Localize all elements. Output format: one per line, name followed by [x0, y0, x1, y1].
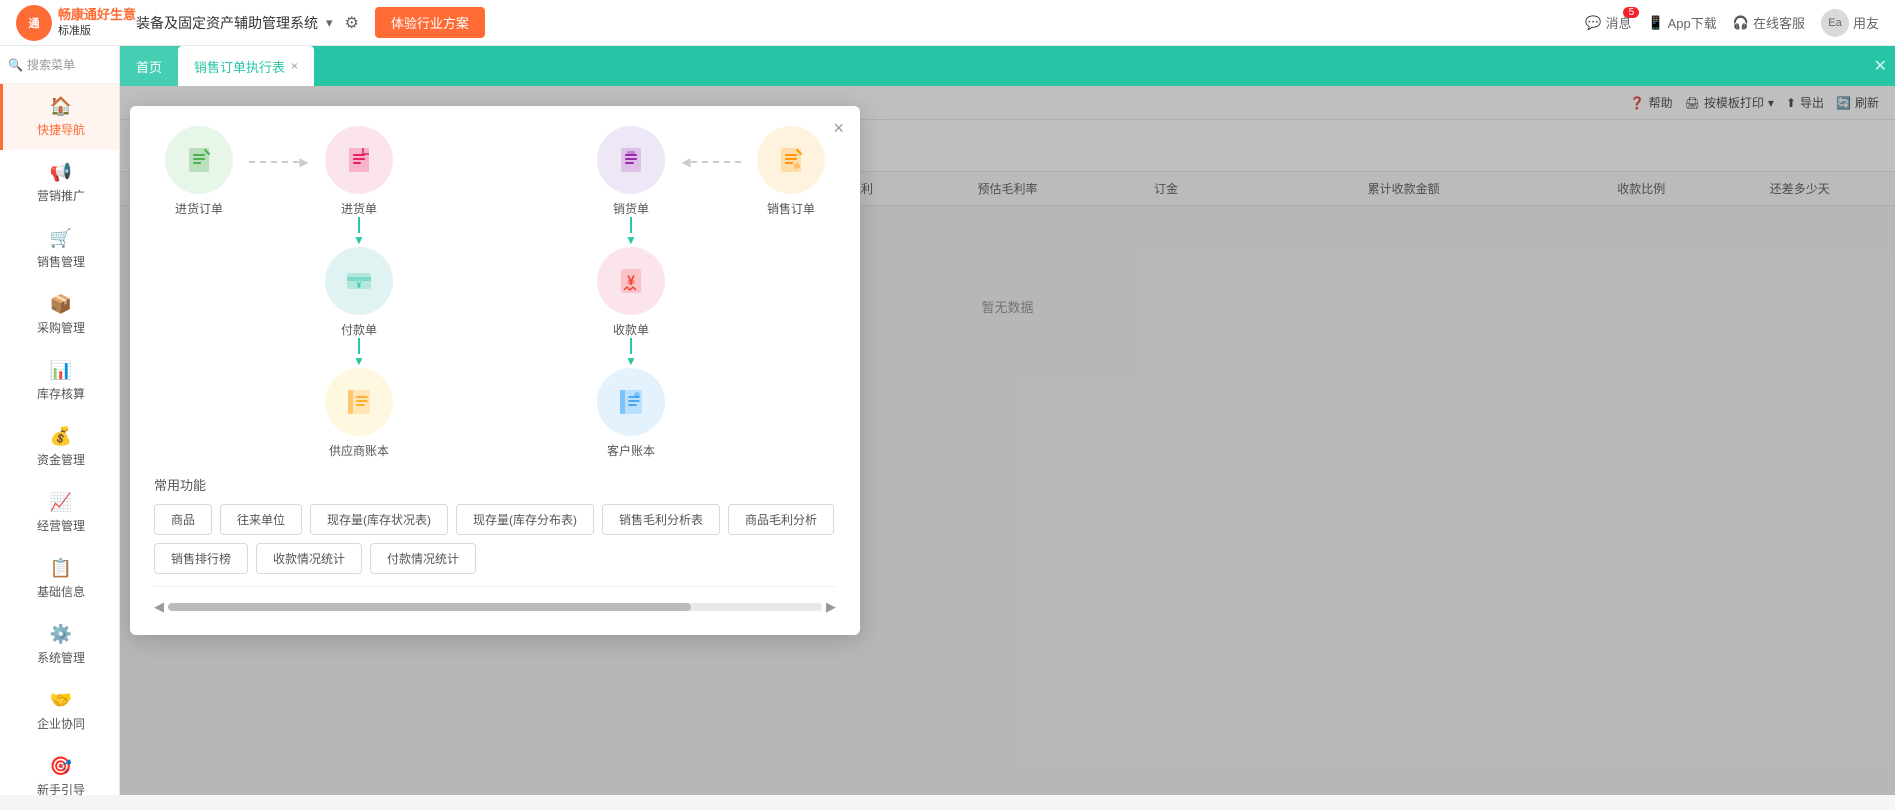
func-btn-payment-stats[interactable]: 付款情况统计 [370, 543, 476, 574]
modal-close-btn[interactable]: × [833, 118, 844, 139]
system-name: 装备及固定资产辅助管理系统 [136, 13, 318, 33]
receipt-circle: ¥ [597, 247, 665, 315]
sales-receipt-circle [597, 126, 665, 194]
search-icon: 🔍 [8, 58, 23, 72]
purchase-receipt-node[interactable]: 进货单 [314, 126, 404, 217]
scrollbar-track[interactable] [168, 603, 822, 611]
sales-receipt-node[interactable]: 销货单 [586, 126, 676, 217]
guide-icon: 🎯 [50, 756, 72, 777]
sidebar-item-system[interactable]: ⚙️ 系统管理 [0, 612, 119, 678]
scroll-left-arrow[interactable]: ◀ [154, 599, 164, 615]
sidebar: 🔍 搜索菜单 🏠 快捷导航 📢 营销推广 🛒 销售管理 📦 采购管理 📊 库存核… [0, 46, 120, 795]
scroll-right-arrow[interactable]: ▶ [826, 599, 836, 615]
phone-icon: 📱 [1647, 15, 1663, 31]
app-download-btn[interactable]: 📱 App下载 [1647, 13, 1716, 32]
finance-icon: 💰 [50, 426, 72, 447]
common-functions: 常用功能 商品 往来单位 现存量(库存状况表) 现存量(库存分布表) 销售毛利分… [154, 475, 836, 574]
headset-icon: 🎧 [1733, 15, 1749, 31]
purchase-order-circle [165, 126, 233, 194]
logo-text: 畅康通好生意 标准版 [58, 7, 136, 38]
sidebar-item-basic-info[interactable]: 📋 基础信息 [0, 546, 119, 612]
func-btn-inventory-distribution[interactable]: 现存量(库存分布表) [456, 504, 594, 535]
func-btn-counterpart[interactable]: 往来单位 [220, 504, 302, 535]
system-icon: ⚙️ [50, 624, 72, 645]
sidebar-item-enterprise[interactable]: 🤝 企业协同 [0, 678, 119, 744]
experience-btn[interactable]: 体验行业方案 [375, 7, 485, 38]
modal-box: × [130, 106, 860, 635]
customer-ledger-node[interactable]: 客户账本 [586, 368, 676, 459]
func-btn-inventory-status[interactable]: 现存量(库存状况表) [310, 504, 448, 535]
home-icon: 🏠 [50, 96, 72, 117]
supplier-ledger-node[interactable]: 供应商账本 [314, 368, 404, 459]
sidebar-item-finance[interactable]: 💰 资金管理 [0, 414, 119, 480]
func-btn-product[interactable]: 商品 [154, 504, 212, 535]
sidebar-item-quick-nav[interactable]: 🏠 快捷导航 [0, 84, 119, 150]
tab-sales-order[interactable]: 销售订单执行表 × [178, 46, 314, 86]
top-header: 通 畅康通好生意 标准版 装备及固定资产辅助管理系统 ▾ ⚙ 体验行业方案 💬 … [0, 0, 1895, 46]
purchase-icon: 📦 [50, 294, 72, 315]
receipt-node[interactable]: ¥ 收款单 [586, 247, 676, 338]
sidebar-item-marketing[interactable]: 📢 营销推广 [0, 150, 119, 216]
common-functions-title: 常用功能 [154, 475, 836, 494]
func-btn-sales-ranking[interactable]: 销售排行榜 [154, 543, 248, 574]
supplier-ledger-circle [325, 368, 393, 436]
close-all-tabs-btn[interactable]: ✕ [1874, 56, 1887, 76]
sidebar-item-inventory[interactable]: 📊 库存核算 [0, 348, 119, 414]
modal-scrollbar: ◀ ▶ [154, 586, 836, 615]
func-btn-row-2: 销售排行榜 收款情况统计 付款情况统计 [154, 543, 836, 574]
tab-close-icon[interactable]: × [291, 59, 298, 73]
customer-ledger-circle [597, 368, 665, 436]
page-content: ❓ 帮助 🖨 按模板打印 ▾ ⬆ 导出 🔄 刷新 [120, 86, 1895, 795]
sidebar-item-purchase[interactable]: 📦 采购管理 [0, 282, 119, 348]
sidebar-item-sales[interactable]: 🛒 销售管理 [0, 216, 119, 282]
sidebar-item-operations[interactable]: 📈 经营管理 [0, 480, 119, 546]
avatar: Ea [1821, 9, 1849, 37]
basic-info-icon: 📋 [50, 558, 72, 579]
svg-text:通: 通 [29, 17, 40, 30]
inventory-icon: 📊 [50, 360, 72, 381]
sales-order-node[interactable]: 销售订单 [746, 126, 836, 217]
func-btn-product-gross-profit[interactable]: 商品毛利分析 [728, 504, 834, 535]
svg-text:¥: ¥ [357, 281, 362, 290]
sidebar-search[interactable]: 🔍 搜索菜单 [0, 46, 119, 84]
purchase-receipt-circle [325, 126, 393, 194]
online-service-btn[interactable]: 🎧 在线客服 [1733, 13, 1805, 32]
svg-text:¥: ¥ [627, 272, 635, 288]
sidebar-item-guide[interactable]: 🎯 新手引导 [0, 744, 119, 810]
payment-circle: ¥ [325, 247, 393, 315]
system-dropdown-icon[interactable]: ▾ [326, 15, 333, 31]
settings-icon[interactable]: ⚙ [345, 13, 359, 33]
logo-area: 通 畅康通好生意 标准版 [16, 5, 136, 41]
header-right: 💬 消息 5 📱 App下载 🎧 在线客服 Ea 用友 [1585, 9, 1879, 37]
payment-node[interactable]: ¥ 付款单 [314, 247, 404, 338]
func-btn-receipt-stats[interactable]: 收款情况统计 [256, 543, 362, 574]
marketing-icon: 📢 [50, 162, 72, 183]
tab-home[interactable]: 首页 [120, 46, 178, 86]
main-layout: 🔍 搜索菜单 🏠 快捷导航 📢 营销推广 🛒 销售管理 📦 采购管理 📊 库存核… [0, 46, 1895, 795]
sales-order-circle [757, 126, 825, 194]
content-area: 首页 销售订单执行表 × ✕ ❓ 帮助 🖨 按模板打印 [120, 46, 1895, 795]
message-badge: 5 [1623, 7, 1639, 18]
purchase-order-node[interactable]: 进货订单 [154, 126, 244, 217]
message-icon: 💬 [1585, 15, 1601, 31]
enterprise-icon: 🤝 [50, 690, 72, 711]
func-btn-sales-gross-profit[interactable]: 销售毛利分析表 [602, 504, 720, 535]
tab-bar: 首页 销售订单执行表 × ✕ [120, 46, 1895, 86]
system-title: 装备及固定资产辅助管理系统 ▾ ⚙ 体验行业方案 [136, 7, 1585, 38]
operations-icon: 📈 [50, 492, 72, 513]
user-area[interactable]: Ea 用友 [1821, 9, 1879, 37]
modal-wrapper: × [120, 86, 1895, 795]
message-btn[interactable]: 💬 消息 5 [1585, 13, 1631, 32]
sales-icon: 🛒 [50, 228, 72, 249]
logo-icon: 通 [16, 5, 52, 41]
func-btn-row-1: 商品 往来单位 现存量(库存状况表) 现存量(库存分布表) 销售毛利分析表 商品… [154, 504, 836, 535]
